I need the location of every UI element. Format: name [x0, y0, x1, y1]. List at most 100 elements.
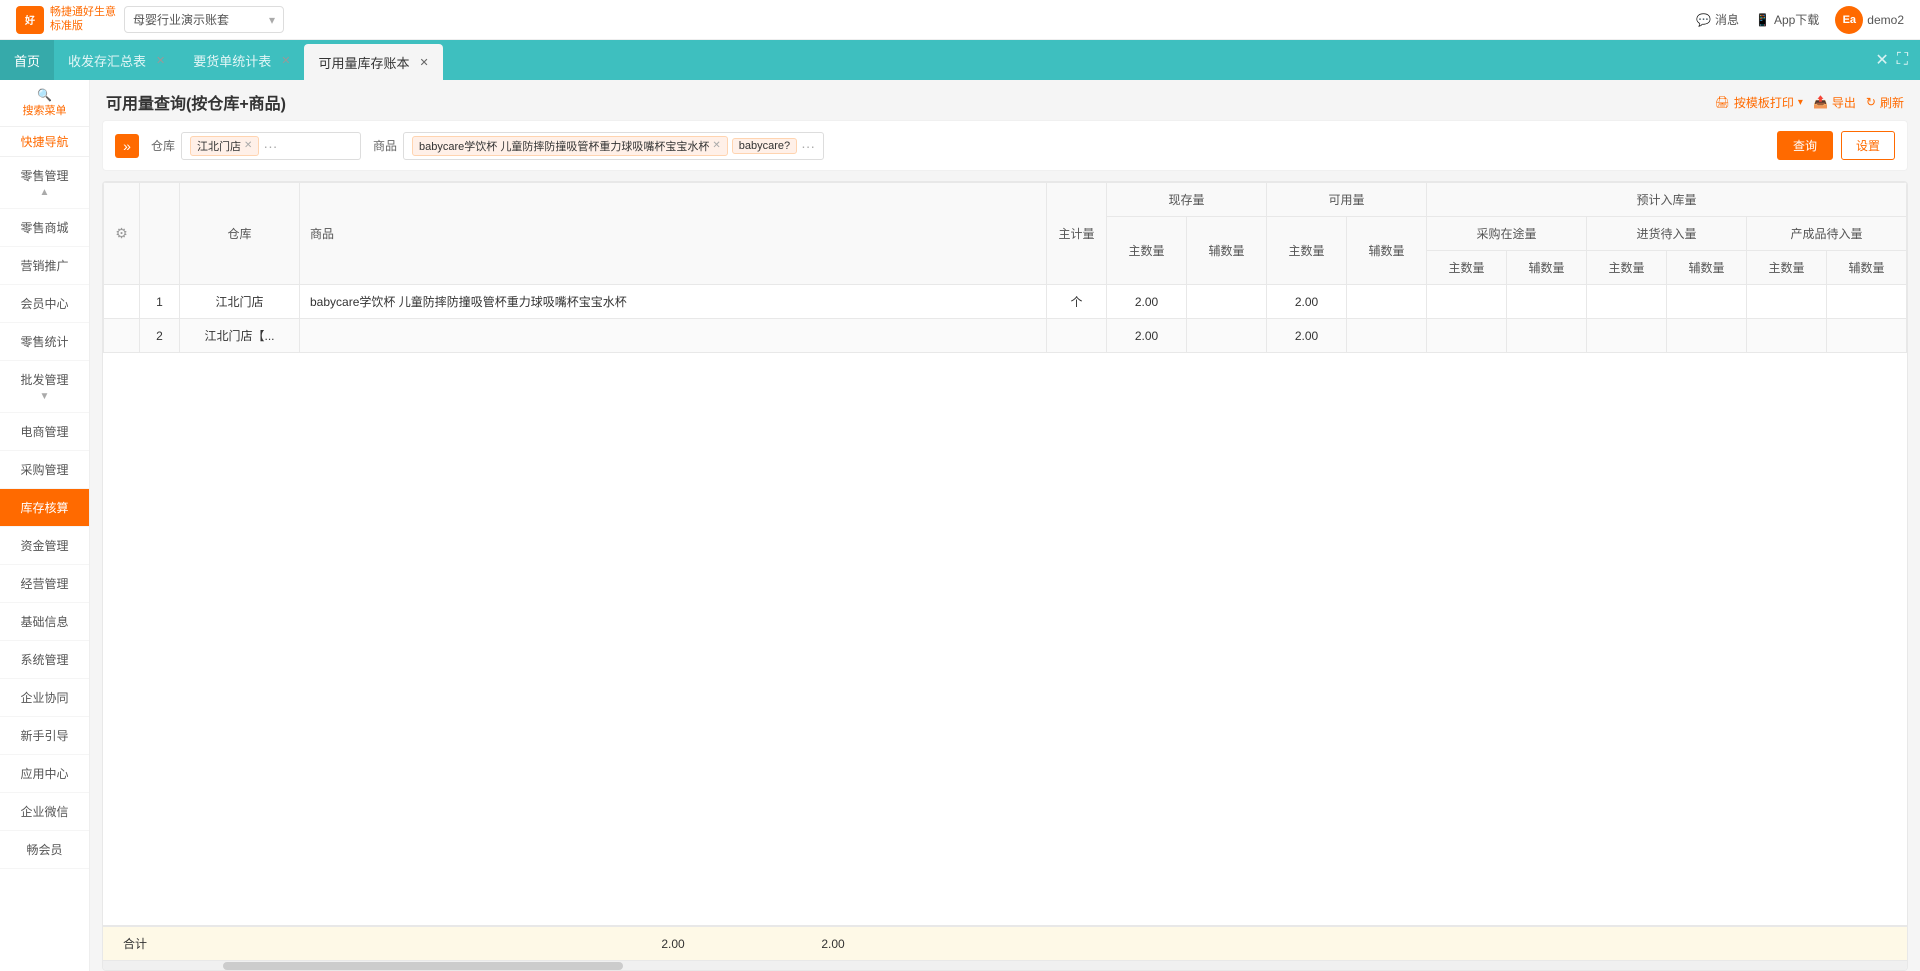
- product-tag-2: babycare?: [732, 138, 797, 154]
- inventory-table: ⚙ 仓库 商品 主计量 现存量 可用量 预计入库量 主数量 辅数: [103, 182, 1907, 353]
- cell-pt-aux-2: [1507, 319, 1587, 353]
- sidebar-item-enterprise-wechat[interactable]: 企业微信: [0, 793, 89, 831]
- th-available-aux: 辅数量: [1347, 217, 1427, 285]
- product-tag-1-close[interactable]: ✕: [712, 140, 720, 151]
- footer-available-main: 2.00: [793, 937, 873, 951]
- query-button[interactable]: 查询: [1777, 131, 1833, 160]
- filter-expand-btn[interactable]: »: [115, 134, 139, 158]
- sidebar-item-operations[interactable]: 经营管理: [0, 565, 89, 603]
- tab-order-summary[interactable]: 要货单统计表 ✕: [179, 40, 304, 80]
- tab-receive-summary-close[interactable]: ✕: [156, 54, 165, 67]
- tab-inventory-book-close[interactable]: ✕: [420, 56, 429, 69]
- th-incoming-aux: 辅数量: [1667, 251, 1747, 285]
- avatar: Ea: [1835, 6, 1863, 34]
- sidebar-item-enterprise-collab[interactable]: 企业协同: [0, 679, 89, 717]
- logo-text: 畅捷通好生意 标准版: [50, 6, 116, 32]
- sidebar-item-marketing[interactable]: 营销推广: [0, 247, 89, 285]
- th-production-aux: 辅数量: [1827, 251, 1907, 285]
- th-incoming-group: 进货待入量: [1587, 217, 1747, 251]
- tab-inventory-book[interactable]: 可用量库存账本 ✕: [304, 44, 442, 80]
- main-content: 可用量查询(按仓库+商品) 🖨 按模板打印 ▾ 📤 导出 ↻ 刷新: [90, 80, 1920, 971]
- cell-in-aux-2: [1667, 319, 1747, 353]
- chevron-down-icon: ▾: [269, 13, 275, 27]
- sidebar-item-system[interactable]: 系统管理: [0, 641, 89, 679]
- scrollbar-thumb[interactable]: [223, 962, 623, 970]
- product-more[interactable]: ···: [801, 138, 815, 154]
- cell-prod-main-2: [1747, 319, 1827, 353]
- gear-icon[interactable]: ⚙: [115, 225, 128, 241]
- layout: 🔍 搜索菜单 快捷导航 零售管理 ▲ 零售商城 营销推广 会员中心 零售统计 批…: [0, 80, 1920, 971]
- settings-button[interactable]: 设置: [1841, 131, 1895, 160]
- th-purchase-transit-main: 主数量: [1427, 251, 1507, 285]
- cell-pt-main-1: [1427, 285, 1507, 319]
- refresh-btn[interactable]: ↻ 刷新: [1866, 94, 1904, 111]
- th-production-main: 主数量: [1747, 251, 1827, 285]
- sidebar-item-member-center[interactable]: 会员中心: [0, 285, 89, 323]
- user-avatar-area[interactable]: Ea demo2: [1835, 6, 1904, 34]
- header-right: 💬 消息 📱 App下载 Ea demo2: [1696, 6, 1904, 34]
- page-title: 可用量查询(按仓库+商品): [106, 90, 286, 114]
- message-btn[interactable]: 💬 消息: [1696, 11, 1739, 28]
- tab-receive-summary[interactable]: 收发存汇总表 ✕: [54, 40, 179, 80]
- filter-action-buttons: 查询 设置: [1777, 131, 1895, 160]
- warehouse-input[interactable]: 江北门店 ✕ ···: [181, 132, 361, 160]
- th-stock-group: 现存量: [1107, 183, 1267, 217]
- sidebar-item-new-guide[interactable]: 新手引导: [0, 717, 89, 755]
- tab-order-summary-close[interactable]: ✕: [281, 54, 290, 67]
- cell-prod-aux-1: [1827, 285, 1907, 319]
- cell-available-main-2: 2.00: [1267, 319, 1347, 353]
- sidebar: 🔍 搜索菜单 快捷导航 零售管理 ▲ 零售商城 营销推广 会员中心 零售统计 批…: [0, 80, 90, 971]
- cell-in-main-1: [1587, 285, 1667, 319]
- warehouse-more[interactable]: ···: [263, 138, 277, 154]
- header-left: 好 畅捷通好生意 标准版 母婴行业演示账套 ▾: [16, 6, 284, 34]
- sidebar-quick-nav[interactable]: 快捷导航: [0, 127, 89, 157]
- th-purchase-transit-group: 采购在途量: [1427, 217, 1587, 251]
- table-scroll[interactable]: ⚙ 仓库 商品 主计量 现存量 可用量 预计入库量 主数量 辅数: [103, 182, 1907, 925]
- tab-home[interactable]: 首页: [0, 40, 54, 80]
- sidebar-item-app-center[interactable]: 应用中心: [0, 755, 89, 793]
- tab-close-all-icon[interactable]: ✕: [1875, 50, 1888, 70]
- cell-pt-main-2: [1427, 319, 1507, 353]
- cell-in-main-2: [1587, 319, 1667, 353]
- sidebar-item-finance[interactable]: 资金管理: [0, 527, 89, 565]
- sidebar-item-retail-store[interactable]: 零售商城: [0, 209, 89, 247]
- th-gear: ⚙: [104, 183, 140, 285]
- print-icon: 🖨: [1715, 95, 1730, 109]
- cell-unit-1: 个: [1047, 285, 1107, 319]
- horizontal-scrollbar[interactable]: [103, 960, 1907, 970]
- sidebar-item-basic-info[interactable]: 基础信息: [0, 603, 89, 641]
- sidebar-search[interactable]: 🔍 搜索菜单: [0, 80, 89, 127]
- th-available-main: 主数量: [1267, 217, 1347, 285]
- table-row: 1 江北门店 babycare学饮杯 儿童防摔防撞吸管杯重力球吸嘴杯宝宝水杯 个…: [104, 285, 1907, 319]
- sidebar-item-inventory-check[interactable]: 库存核算: [0, 489, 89, 527]
- refresh-icon: ↻: [1866, 95, 1876, 109]
- sidebar-item-ecommerce[interactable]: 电商管理: [0, 413, 89, 451]
- cell-prod-aux-2: [1827, 319, 1907, 353]
- tab-maximize-icon[interactable]: ⛶: [1897, 51, 1908, 69]
- chevron-icon: ▲: [40, 187, 50, 198]
- industry-selector[interactable]: 母婴行业演示账套 ▾: [124, 6, 284, 33]
- chevron-icon-wholesale: ▼: [40, 391, 50, 402]
- sidebar-item-wholesale-mgmt[interactable]: 批发管理 ▼: [0, 361, 89, 413]
- sidebar-item-purchase[interactable]: 采购管理: [0, 451, 89, 489]
- app-download-btn[interactable]: 📱 App下载: [1755, 11, 1819, 28]
- tab-bar-actions: ✕ ⛶: [1863, 50, 1920, 70]
- cell-product-1: babycare学饮杯 儿童防摔防撞吸管杯重力球吸嘴杯宝宝水杯: [300, 285, 1047, 319]
- product-input[interactable]: babycare学饮杯 儿童防摔防撞吸管杯重力球吸嘴杯宝宝水杯 ✕ babyca…: [403, 132, 824, 160]
- sidebar-item-retail-stats[interactable]: 零售统计: [0, 323, 89, 361]
- th-stock-main: 主数量: [1107, 217, 1187, 285]
- cell-seq-2: 2: [140, 319, 180, 353]
- template-print-btn[interactable]: 🖨 按模板打印 ▾: [1715, 94, 1803, 111]
- tab-bar: 首页 收发存汇总表 ✕ 要货单统计表 ✕ 可用量库存账本 ✕ ✕ ⛶: [0, 40, 1920, 80]
- tab-order-summary-label: 要货单统计表: [193, 51, 271, 70]
- tab-receive-summary-label: 收发存汇总表: [68, 51, 146, 70]
- warehouse-tag-close[interactable]: ✕: [244, 140, 252, 151]
- sidebar-item-retail-mgmt[interactable]: 零售管理 ▲: [0, 157, 89, 209]
- th-stock-aux: 辅数量: [1187, 217, 1267, 285]
- page-header: 可用量查询(按仓库+商品) 🖨 按模板打印 ▾ 📤 导出 ↻ 刷新: [90, 80, 1920, 120]
- th-warehouse: 仓库: [180, 183, 300, 285]
- cell-stock-aux-2: [1187, 319, 1267, 353]
- cell-gear-1: [104, 285, 140, 319]
- export-btn[interactable]: 📤 导出: [1813, 94, 1856, 111]
- sidebar-item-vip-member[interactable]: 畅会员: [0, 831, 89, 869]
